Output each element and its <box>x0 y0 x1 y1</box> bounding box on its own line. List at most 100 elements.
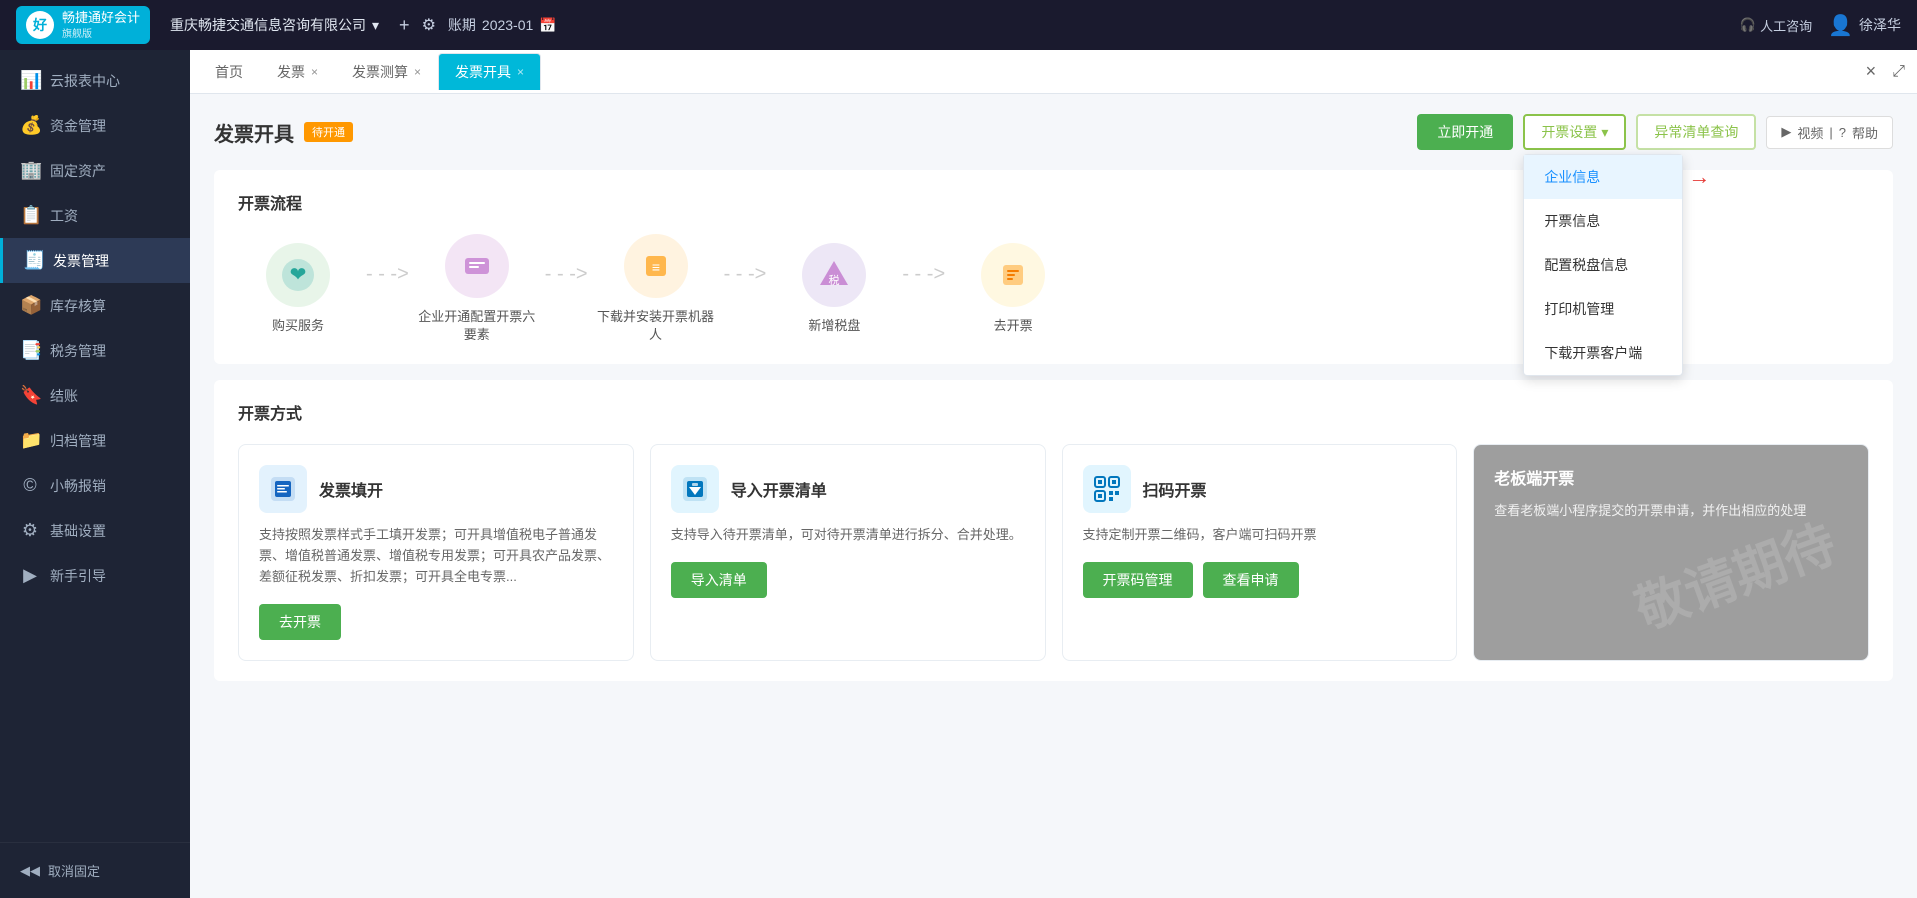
scan-card-title: 扫码开票 <box>1143 477 1207 501</box>
import-card-header: 导入开票清单 <box>671 465 1025 513</box>
sidebar-item-shuiwu[interactable]: 📑 税务管理 <box>0 328 190 373</box>
top-bar-left: 好 畅捷通好会计 旗舰版 重庆畅捷交通信息咨询有限公司 ▾ + ⚙ 账期 202… <box>16 6 557 45</box>
flow-icon-invoice <box>981 243 1045 307</box>
collapse-label: 取消固定 <box>48 861 100 880</box>
methods-grid: 发票填开 支持按照发票样式手工填开发票；可开具增值税电子普通发票、增值税普通发票… <box>238 444 1869 660</box>
company-selector[interactable]: 重庆畅捷交通信息咨询有限公司 ▾ <box>162 11 387 39</box>
immediate-open-button[interactable]: 立即开通 <box>1417 114 1513 150</box>
question-icon: ? <box>1839 125 1846 140</box>
scan-view-apply-button[interactable]: 查看申请 <box>1203 562 1299 598</box>
import-list-button[interactable]: 导入清单 <box>671 562 767 598</box>
scan-buttons: 开票码管理 查看申请 <box>1083 562 1437 598</box>
dropdown-item-taxdisk-config[interactable]: 配置税盘信息 <box>1524 243 1682 287</box>
sidebar-item-xinshouyindao-label: 新手引导 <box>50 566 106 586</box>
flow-label-invoice: 去开票 <box>994 317 1033 335</box>
tab-close-all-button[interactable]: × <box>1862 57 1881 86</box>
method-card-boss: 老板端开票 查看老板端小程序提交的开票申请，并作出相应的处理 敬请期待 <box>1473 444 1869 660</box>
xinshouyindao-icon: ▶ <box>20 565 40 586</box>
tab-fapiaokaiqu-close[interactable]: × <box>517 65 524 79</box>
logo-text-area: 畅捷通好会计 旗舰版 <box>62 10 140 41</box>
logo-title: 畅捷通好会计 <box>62 10 140 26</box>
method-card-import: 导入开票清单 支持导入待开票清单，可对待开票清单进行拆分、合并处理。 导入清单 <box>650 444 1046 660</box>
sidebar-item-jichushezhi[interactable]: ⚙ 基础设置 <box>0 508 190 553</box>
flow-arrow-3: - - -> <box>716 263 775 286</box>
sidebar-item-kucun[interactable]: 📦 库存核算 <box>0 283 190 328</box>
logo-icon: 好 <box>26 11 54 39</box>
flow-step-config: 企业开通配置开票六要素 <box>417 234 537 344</box>
scan-icon <box>1083 465 1131 513</box>
scan-code-mgmt-button[interactable]: 开票码管理 <box>1083 562 1193 598</box>
play-icon: ▶ <box>1781 124 1791 140</box>
tab-home[interactable]: 首页 <box>198 53 260 90</box>
consult-button[interactable]: 🎧 人工咨询 <box>1740 16 1812 35</box>
sidebar-item-yunbao-label: 云报表中心 <box>50 71 120 91</box>
printer-mgmt-label: 打印机管理 <box>1544 301 1614 317</box>
flow-icon-download: ≡ <box>624 234 688 298</box>
tab-fapiaocesuan-close[interactable]: × <box>414 65 421 79</box>
tab-fapiaocesuan[interactable]: 发票测算 × <box>335 53 438 90</box>
settings-icon[interactable]: ⚙ <box>422 15 436 35</box>
sidebar-item-fapiao[interactable]: 🧾 发票管理 <box>0 238 190 283</box>
video-help-button[interactable]: ▶ 视频 | ? 帮助 <box>1766 116 1893 149</box>
dropdown-item-printer-mgmt[interactable]: 打印机管理 <box>1524 287 1682 331</box>
top-bar: 好 畅捷通好会计 旗舰版 重庆畅捷交通信息咨询有限公司 ▾ + ⚙ 账期 202… <box>0 0 1917 50</box>
gongzi-icon: 📋 <box>20 205 40 226</box>
settings-dropdown-wrapper: 开票设置 ▾ 企业信息 → 开票信息 <box>1523 114 1626 150</box>
tab-fapiao[interactable]: 发票 × <box>260 53 335 90</box>
flow-icon-config <box>445 234 509 298</box>
abnormal-list-button[interactable]: 异常清单查询 <box>1636 114 1756 150</box>
sidebar-item-gongzi[interactable]: 📋 工资 <box>0 193 190 238</box>
sidebar-item-xiaochang-label: 小畅报销 <box>50 476 106 496</box>
dropdown-item-invoice-info[interactable]: 开票信息 <box>1524 199 1682 243</box>
sidebar-item-shuiwu-label: 税务管理 <box>50 341 106 361</box>
dropdown-item-download-client[interactable]: 下载开票客户端 <box>1524 331 1682 375</box>
taxdisk-config-label: 配置税盘信息 <box>1544 257 1628 273</box>
methods-section-title: 开票方式 <box>238 400 1869 424</box>
user-name: 徐泽华 <box>1859 15 1901 35</box>
dropdown-item-company-info[interactable]: 企业信息 → <box>1524 155 1682 199</box>
invoice-settings-label: 开票设置 <box>1541 122 1597 142</box>
tab-fapiaocesuan-label: 发票测算 <box>352 62 408 82</box>
user-info[interactable]: 👤 徐泽华 <box>1828 13 1901 38</box>
sidebar-item-zijin[interactable]: 💰 资金管理 <box>0 103 190 148</box>
page-title: 发票开具 <box>214 118 294 147</box>
gudingzichan-icon: 🏢 <box>20 160 40 181</box>
sidebar-item-gudingzichan[interactable]: 🏢 固定资产 <box>0 148 190 193</box>
svg-text:❤: ❤ <box>290 264 307 286</box>
company-info-label: 企业信息 <box>1544 169 1600 185</box>
sidebar-item-guidang[interactable]: 📁 归档管理 <box>0 418 190 463</box>
method-card-scan: 扫码开票 支持定制开票二维码，客户端可扫码开票 开票码管理 查看申请 <box>1062 444 1458 660</box>
method-card-fill: 发票填开 支持按照发票样式手工填开发票；可开具增值税电子普通发票、增值税普通发票… <box>238 444 634 660</box>
settings-dropdown-menu: 企业信息 → 开票信息 配置税盘信息 打印机管理 <box>1523 154 1683 376</box>
tab-fapiao-close[interactable]: × <box>311 65 318 79</box>
consult-label: 人工咨询 <box>1760 16 1812 35</box>
boss-card-header: 老板端开票 <box>1494 465 1848 489</box>
sidebar-item-kucun-label: 库存核算 <box>50 296 106 316</box>
fill-invoice-button[interactable]: 去开票 <box>259 604 341 640</box>
sidebar-item-xinshouyindao[interactable]: ▶ 新手引导 <box>0 553 190 598</box>
fill-icon <box>259 465 307 513</box>
sidebar-item-gudingzichan-label: 固定资产 <box>50 161 106 181</box>
tab-expand-button[interactable]: ⤢ <box>1888 59 1909 85</box>
sidebar-collapse-button[interactable]: ◀◀ 取消固定 <box>0 851 190 890</box>
sidebar-nav: 📊 云报表中心 💰 资金管理 🏢 固定资产 📋 工资 🧾 发票管理 <box>0 50 190 842</box>
tab-fapiaokaiqu[interactable]: 发票开具 × <box>438 53 541 90</box>
sidebar-item-jiezhang[interactable]: 🔖 结账 <box>0 373 190 418</box>
invoice-info-label: 开票信息 <box>1544 213 1600 229</box>
flow-arrow-1: - - -> <box>358 263 417 286</box>
app-container: 好 畅捷通好会计 旗舰版 重庆畅捷交通信息咨询有限公司 ▾ + ⚙ 账期 202… <box>0 0 1917 898</box>
top-bar-actions: 🎧 人工咨询 👤 徐泽华 <box>1740 13 1901 38</box>
sidebar-item-fapiao-label: 发票管理 <box>53 251 109 271</box>
svg-text:≡: ≡ <box>651 259 659 275</box>
add-button[interactable]: + <box>399 15 410 36</box>
import-card-desc: 支持导入待开票清单，可对待开票清单进行拆分、合并处理。 <box>671 525 1025 546</box>
status-badge: 待开通 <box>304 122 353 142</box>
yunbao-icon: 📊 <box>20 70 40 91</box>
sidebar-item-xiaochang[interactable]: © 小畅报销 <box>0 463 190 508</box>
sidebar-item-zijin-label: 资金管理 <box>50 116 106 136</box>
invoice-settings-button[interactable]: 开票设置 ▾ <box>1523 114 1626 150</box>
fill-card-desc: 支持按照发票样式手工填开发票；可开具增值税电子普通发票、增值税普通发票、增值税专… <box>259 525 613 587</box>
sidebar-item-yunbao[interactable]: 📊 云报表中心 <box>0 58 190 103</box>
zijin-icon: 💰 <box>20 115 40 136</box>
help-label: 帮助 <box>1852 123 1878 142</box>
